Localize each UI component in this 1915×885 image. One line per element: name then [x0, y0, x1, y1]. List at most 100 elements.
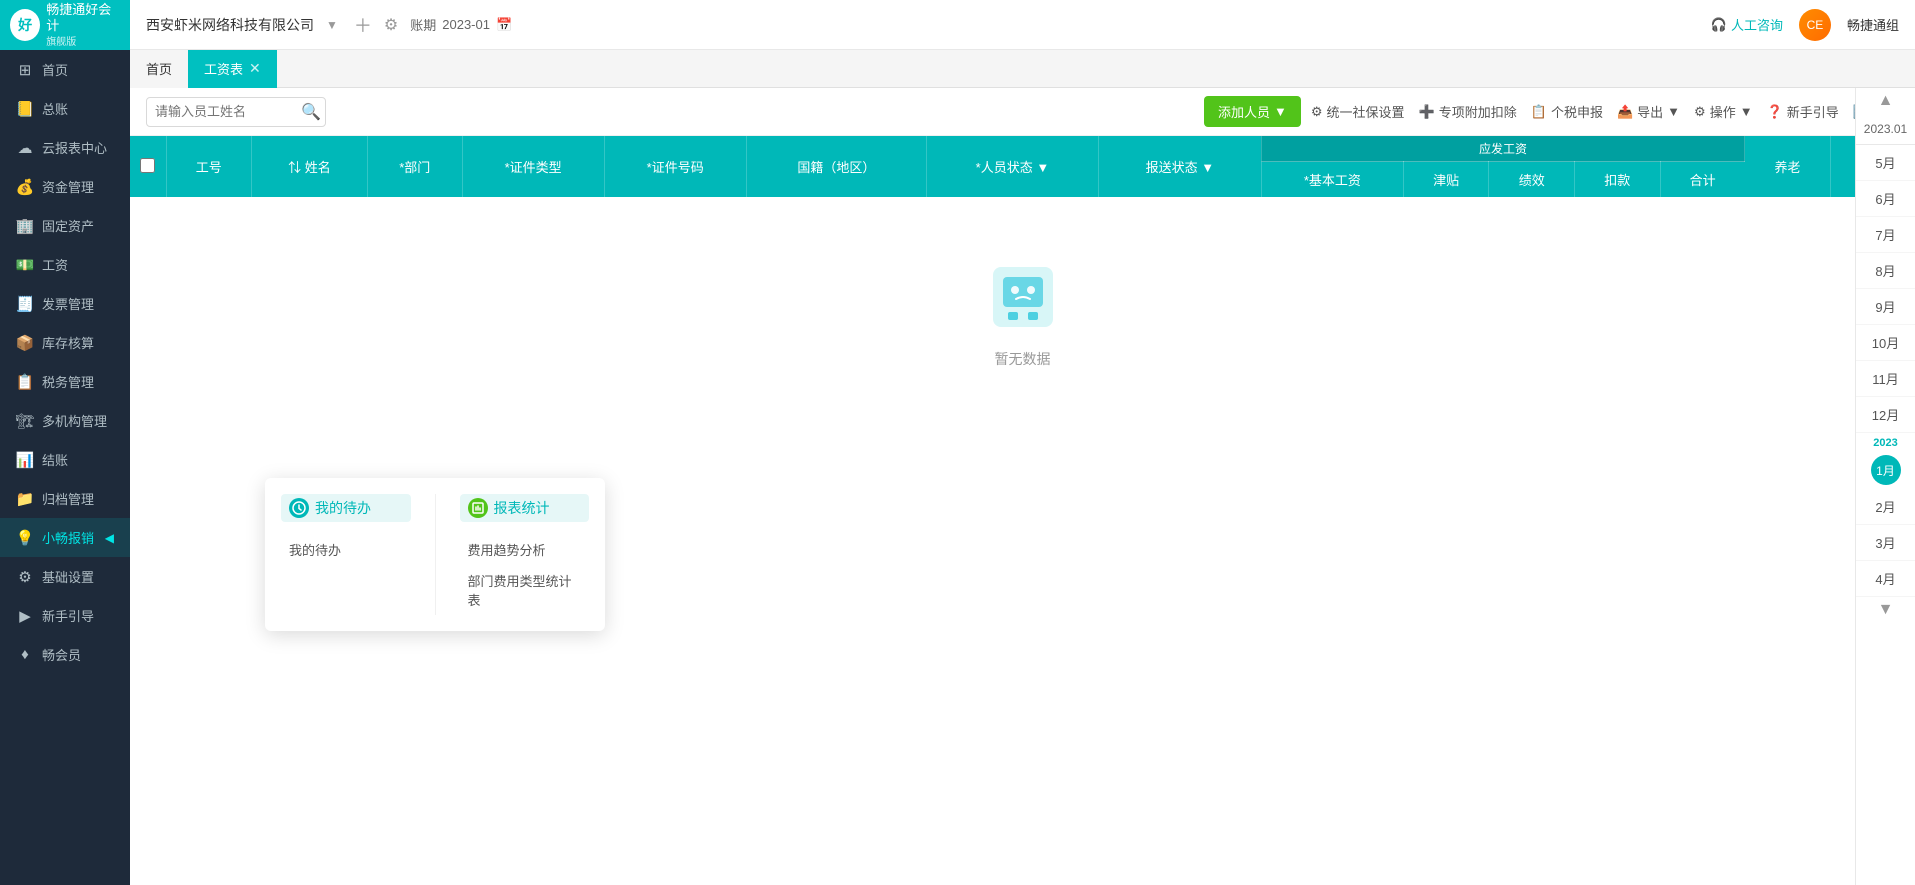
month-item-12[interactable]: 12月: [1856, 397, 1915, 433]
company-settings-icon[interactable]: ⚙: [384, 15, 398, 35]
tab-close-icon[interactable]: ✕: [249, 60, 261, 77]
dropdown-item-my-pending[interactable]: 我的待办: [281, 534, 411, 565]
sidebar-item-guide[interactable]: ▶ 新手引导: [0, 596, 130, 635]
search-icon: 🔍: [301, 102, 321, 122]
tax-icon: 📋: [16, 373, 34, 391]
select-all-checkbox[interactable]: [140, 158, 155, 173]
month-prev-button[interactable]: ▲: [1856, 92, 1915, 110]
th-checkbox: [130, 136, 166, 197]
sidebar-item-label: 总账: [42, 99, 68, 118]
sidebar-item-salary[interactable]: 💵 工资: [0, 245, 130, 284]
tab-salary[interactable]: 工资表 ✕: [188, 50, 277, 88]
company-dropdown-icon[interactable]: ▼: [326, 18, 338, 32]
month-item-3[interactable]: 3月: [1856, 525, 1915, 561]
month-item-4[interactable]: 4月: [1856, 561, 1915, 597]
sidebar-item-cloud-report[interactable]: ☁ 云报表中心: [0, 128, 130, 167]
service-label: 人工咨询: [1731, 15, 1783, 34]
month-item-8[interactable]: 8月: [1856, 253, 1915, 289]
topbar: 西安虾米网络科技有限公司 ▼ ＋ ⚙ 账期 2023-01 📅 🎧 人工咨询 C…: [130, 0, 1915, 50]
operations-arrow-icon: ▼: [1740, 104, 1753, 119]
sidebar-item-label: 库存核算: [42, 333, 94, 352]
service-icon: 🎧: [1711, 17, 1727, 33]
month-item-1-active[interactable]: 1月: [1871, 455, 1901, 485]
sidebar-item-member[interactable]: ♦ 畅会员: [0, 635, 130, 674]
dropdown-divider: [435, 494, 436, 615]
th-id-type: *证件类型: [462, 136, 604, 197]
operations-icon: ⚙: [1694, 104, 1706, 120]
sidebar-item-settings[interactable]: ⚙ 基础设置: [0, 557, 130, 596]
th-allowance: 津贴: [1403, 162, 1489, 198]
toolbar-actions: ⚙ 统一社保设置 ➕ 专项附加扣除 📋 个税申报 📤 导出 ▼ ⚙: [1311, 102, 1899, 121]
add-person-label: 添加人员: [1218, 102, 1270, 121]
sidebar-item-label: 首页: [42, 60, 68, 79]
sidebar-item-archive[interactable]: 📁 归档管理: [0, 479, 130, 518]
month-panel-header: 2023.01: [1856, 114, 1915, 145]
social-security-action[interactable]: ⚙ 统一社保设置: [1311, 102, 1405, 121]
tax-deduction-label: 专项附加扣除: [1439, 102, 1517, 121]
sidebar: 好 畅捷通好会计 旗舰版 ⊞ 首页 📒 总账 ☁ 云报表中心 💰 资金管理 🏢 …: [0, 0, 130, 885]
fund-icon: 💰: [16, 178, 34, 196]
expense-icon: 💡: [16, 529, 34, 547]
inventory-icon: 📦: [16, 334, 34, 352]
th-id-number: *证件号码: [604, 136, 746, 197]
search-input[interactable]: [155, 104, 295, 119]
sidebar-item-settlement[interactable]: 📊 结账: [0, 440, 130, 479]
service-button[interactable]: 🎧 人工咨询: [1711, 15, 1783, 34]
sidebar-item-home[interactable]: ⊞ 首页: [0, 50, 130, 89]
sidebar-item-label: 固定资产: [42, 216, 94, 235]
sidebar-item-label: 工资: [42, 255, 68, 274]
sidebar-item-inventory[interactable]: 📦 库存核算: [0, 323, 130, 362]
avatar-text: CE: [1807, 18, 1824, 32]
month-item-7[interactable]: 7月: [1856, 217, 1915, 253]
add-company-icon[interactable]: ＋: [354, 12, 372, 38]
operations-action[interactable]: ⚙ 操作 ▼: [1694, 102, 1753, 121]
period-value: 2023-01: [442, 17, 490, 32]
sidebar-item-invoice[interactable]: 🧾 发票管理: [0, 284, 130, 323]
month-item-10[interactable]: 10月: [1856, 325, 1915, 361]
export-icon: 📤: [1617, 104, 1633, 120]
empty-state: 暂无数据: [130, 197, 1915, 429]
settings-icon: ⚙: [16, 568, 34, 586]
th-performance: 绩效: [1489, 162, 1575, 198]
sidebar-item-fund[interactable]: 💰 资金管理: [0, 167, 130, 206]
sidebar-item-tax[interactable]: 📋 税务管理: [0, 362, 130, 401]
sidebar-item-fixed-assets[interactable]: 🏢 固定资产: [0, 206, 130, 245]
month-item-11[interactable]: 11月: [1856, 361, 1915, 397]
export-action[interactable]: 📤 导出 ▼: [1617, 102, 1680, 121]
settlement-icon: 📊: [16, 451, 34, 469]
sidebar-item-label: 资金管理: [42, 177, 94, 196]
company-name: 西安虾米网络科技有限公司: [146, 15, 314, 35]
tax-report-action[interactable]: 📋 个税申报: [1531, 102, 1603, 121]
logo-icon: 好: [10, 9, 40, 41]
dropdown-item-dept-expense[interactable]: 部门费用类型统计表: [460, 565, 590, 615]
guide-label: 新手引导: [1787, 102, 1839, 121]
guide-action[interactable]: ❓ 新手引导: [1767, 102, 1839, 121]
dropdown-item-expense-trend[interactable]: 费用趋势分析: [460, 534, 590, 565]
report-label: 报表统计: [494, 498, 550, 518]
month-item-5[interactable]: 5月: [1856, 145, 1915, 181]
sidebar-item-multi-org[interactable]: 🏗 多机构管理: [0, 401, 130, 440]
month-next-button[interactable]: ▼: [1856, 601, 1915, 619]
tab-home[interactable]: 首页: [130, 50, 188, 88]
th-total: 合计: [1660, 162, 1745, 198]
th-basic-salary: *基本工资: [1261, 162, 1403, 198]
th-name: ⇅ 姓名: [252, 136, 368, 197]
month-item-2[interactable]: 2月: [1856, 489, 1915, 525]
pending-icon: [289, 498, 309, 518]
org-icon: 🏗: [16, 412, 34, 430]
operations-label: 操作: [1710, 102, 1736, 121]
assets-icon: 🏢: [16, 217, 34, 235]
period-calendar-icon[interactable]: 📅: [496, 17, 512, 33]
user-name: 畅捷通组: [1847, 15, 1899, 34]
sidebar-item-ledger[interactable]: 📒 总账: [0, 89, 130, 128]
logo-sub: 旗舰版: [46, 33, 120, 48]
month-item-6[interactable]: 6月: [1856, 181, 1915, 217]
sidebar-logo: 好 畅捷通好会计 旗舰版: [0, 0, 130, 50]
tax-deduction-action[interactable]: ➕ 专项附加扣除: [1419, 102, 1517, 121]
dropdown-col-reports: 报表统计 费用趋势分析 部门费用类型统计表: [460, 494, 590, 615]
month-item-9[interactable]: 9月: [1856, 289, 1915, 325]
ledger-icon: 📒: [16, 100, 34, 118]
add-person-button[interactable]: 添加人员 ▼: [1204, 96, 1301, 127]
sidebar-item-expense[interactable]: 💡 小畅报销 ◀: [0, 518, 130, 557]
th-job-number: 工号: [166, 136, 252, 197]
